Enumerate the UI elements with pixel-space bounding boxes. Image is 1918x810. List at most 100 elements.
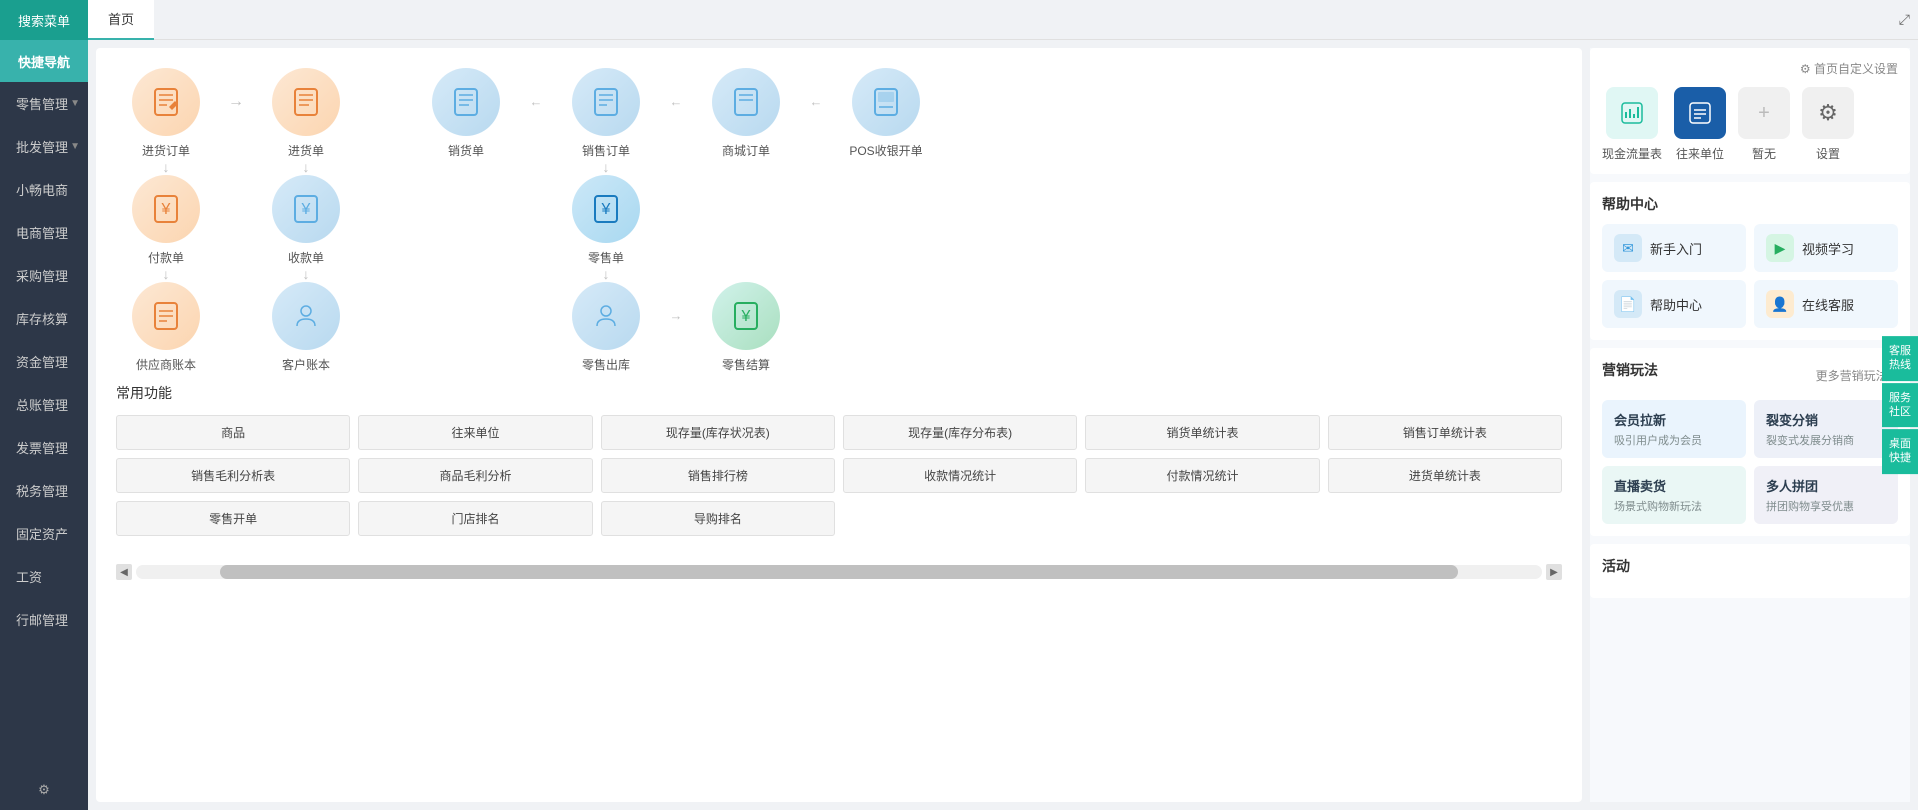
- sidebar-item-postal[interactable]: 行邮管理: [0, 598, 88, 641]
- sidebar-item-fixed-asset[interactable]: 固定资产: [0, 512, 88, 555]
- sidebar-item-finance[interactable]: 资金管理: [0, 340, 88, 383]
- node-purchase-order[interactable]: 进货订单: [116, 68, 216, 159]
- sidebar-item-ecommerce-small[interactable]: 小畅电商: [0, 168, 88, 211]
- sidebar-item-inventory[interactable]: 库存核算: [0, 297, 88, 340]
- sidebar-item-ledger[interactable]: 总账管理: [0, 383, 88, 426]
- home-customize-btn[interactable]: ⚙ 首页自定义设置: [1602, 60, 1898, 77]
- marketing-title-fission: 裂变分销: [1766, 410, 1886, 429]
- sidebar-item-purchase[interactable]: 采购管理: [0, 254, 88, 297]
- scroll-right-btn[interactable]: ▶: [1546, 564, 1562, 580]
- node-circle: ¥: [132, 175, 200, 243]
- help-item-beginner[interactable]: ✉ 新手入门: [1602, 224, 1746, 272]
- node-circle: [852, 68, 920, 136]
- func-btn-guide-rank[interactable]: 导购排名: [601, 501, 835, 536]
- sidebar-item-wholesale[interactable]: 批发管理 ▼: [0, 125, 88, 168]
- sidebar-item-salary[interactable]: 工资: [0, 555, 88, 598]
- horizontal-scrollbar: ◀ ▶: [116, 564, 1562, 580]
- node-circle: ¥: [572, 175, 640, 243]
- marketing-item-live[interactable]: 直播卖货 场景式购物新玩法: [1602, 466, 1746, 524]
- func-btn-product[interactable]: 商品: [116, 415, 350, 450]
- node-sales-order[interactable]: 销售订单: [556, 68, 656, 159]
- scroll-track[interactable]: [136, 565, 1542, 579]
- func-btn-stock1[interactable]: 现存量(库存状况表): [601, 415, 835, 450]
- help-item-support[interactable]: 👤 在线客服: [1754, 280, 1898, 328]
- func-row2: 销售毛利分析表 商品毛利分析 销售排行榜 收款情况统计 付款情况统计 进货单统计…: [116, 458, 1562, 493]
- node-retail-out[interactable]: 零售出库: [556, 282, 656, 373]
- node-pos[interactable]: POS收银开单: [836, 68, 936, 159]
- node-retail-settle[interactable]: ¥ 零售结算: [696, 282, 796, 373]
- sidebar-item-retail[interactable]: 零售管理 ▼: [0, 82, 88, 125]
- content-area: 进货订单 → 进货单: [88, 40, 1918, 810]
- func-btn-profit2[interactable]: 商品毛利分析: [358, 458, 592, 493]
- quick-icon-none[interactable]: + 暂无: [1738, 87, 1790, 162]
- node-purchase[interactable]: 进货单: [256, 68, 356, 159]
- arrow-left-dashed2: ←: [656, 94, 696, 133]
- node-circle: [712, 68, 780, 136]
- node-mall-order[interactable]: 商城订单: [696, 68, 796, 159]
- sidebar-settings-btn[interactable]: ⚙: [0, 770, 88, 810]
- func-btn-payment-stat[interactable]: 付款情况统计: [1085, 458, 1319, 493]
- func-btn-contacts[interactable]: 往来单位: [358, 415, 592, 450]
- func-btn-retail-order[interactable]: 零售开单: [116, 501, 350, 536]
- marketing-item-group[interactable]: 多人拼团 拼团购物享受优惠: [1754, 466, 1898, 524]
- float-btn-support[interactable]: 客服热线: [1882, 336, 1918, 381]
- quick-icon-cashflow[interactable]: 现金流量表: [1602, 87, 1662, 162]
- arrow-h: →: [216, 93, 256, 135]
- sidebar-item-ecommerce[interactable]: 电商管理: [0, 211, 88, 254]
- activity-section: 活动: [1590, 544, 1910, 598]
- none-icon: +: [1738, 87, 1790, 139]
- beginner-label: 新手入门: [1650, 239, 1702, 258]
- sidebar-item-invoice[interactable]: 发票管理: [0, 426, 88, 469]
- sidebar-item-tax[interactable]: 税务管理: [0, 469, 88, 512]
- expand-icon[interactable]: ⤢: [1899, 11, 1910, 28]
- marketing-desc-live: 场景式购物新玩法: [1614, 498, 1734, 514]
- float-btn-community[interactable]: 服务社区: [1882, 383, 1918, 428]
- float-buttons: 客服热线 服务社区 桌面快捷: [1882, 336, 1918, 474]
- node-circle: [132, 68, 200, 136]
- func-btn-sales-stat[interactable]: 销货单统计表: [1085, 415, 1319, 450]
- node-label: 零售单: [588, 249, 624, 266]
- func-btn-receipt-stat[interactable]: 收款情况统计: [843, 458, 1077, 493]
- node-supplier-ledger[interactable]: 供应商账本: [116, 282, 216, 373]
- node-payment[interactable]: ¥ 付款单: [116, 175, 216, 266]
- node-label: 收款单: [288, 249, 324, 266]
- activity-title: 活动: [1602, 556, 1898, 576]
- quick-icons-row: 现金流量表 往来单位 + 暂无: [1602, 87, 1898, 162]
- quick-icon-settings[interactable]: ⚙ 设置: [1802, 87, 1854, 162]
- help-item-video[interactable]: ▶ 视频学习: [1754, 224, 1898, 272]
- float-btn-desktop[interactable]: 桌面快捷: [1882, 429, 1918, 474]
- node-circle: ¥: [272, 175, 340, 243]
- func-btn-rank[interactable]: 销售排行榜: [601, 458, 835, 493]
- marketing-section: 营销玩法 更多营销玩法 > 会员拉新 吸引用户成为会员 裂变分销 裂变式发展分销…: [1590, 348, 1910, 536]
- help-item-help[interactable]: 📄 帮助中心: [1602, 280, 1746, 328]
- svg-text:¥: ¥: [741, 308, 751, 325]
- func-btn-store-rank[interactable]: 门店排名: [358, 501, 592, 536]
- scroll-left-btn[interactable]: ◀: [116, 564, 132, 580]
- help-center-title: 帮助中心: [1602, 194, 1898, 214]
- tab-home[interactable]: 首页: [88, 0, 154, 40]
- node-receipt[interactable]: ¥ 收款单: [256, 175, 356, 266]
- func-btn-stock2[interactable]: 现存量(库存分布表): [843, 415, 1077, 450]
- marketing-title: 营销玩法: [1602, 360, 1658, 380]
- node-circle: [432, 68, 500, 136]
- search-menu-btn[interactable]: 搜索菜单: [0, 0, 88, 40]
- node-sales[interactable]: 销货单: [416, 68, 516, 159]
- func-btn-profit1[interactable]: 销售毛利分析表: [116, 458, 350, 493]
- func-btn-purchase-stat[interactable]: 进货单统计表: [1328, 458, 1562, 493]
- node-label: 进货订单: [142, 142, 190, 159]
- node-customer-ledger[interactable]: 客户账本: [256, 282, 356, 373]
- marketing-item-fission[interactable]: 裂变分销 裂变式发展分销商: [1754, 400, 1898, 458]
- svg-text:¥: ¥: [161, 201, 171, 218]
- marketing-item-member[interactable]: 会员拉新 吸引用户成为会员: [1602, 400, 1746, 458]
- node-retail-order[interactable]: ¥ 零售单: [556, 175, 656, 266]
- node-label: 销售订单: [582, 142, 630, 159]
- node-label: 商城订单: [722, 142, 770, 159]
- marketing-title-live: 直播卖货: [1614, 476, 1734, 495]
- support-icon: 👤: [1766, 290, 1794, 318]
- left-panel: 进货订单 → 进货单: [96, 48, 1582, 802]
- node-label: 销货单: [448, 142, 484, 159]
- svg-text:¥: ¥: [301, 201, 311, 218]
- func-btn-sales-order-stat[interactable]: 销售订单统计表: [1328, 415, 1562, 450]
- quick-icon-contacts[interactable]: 往来单位: [1674, 87, 1726, 162]
- arrow-left-dashed: ←: [516, 94, 556, 133]
